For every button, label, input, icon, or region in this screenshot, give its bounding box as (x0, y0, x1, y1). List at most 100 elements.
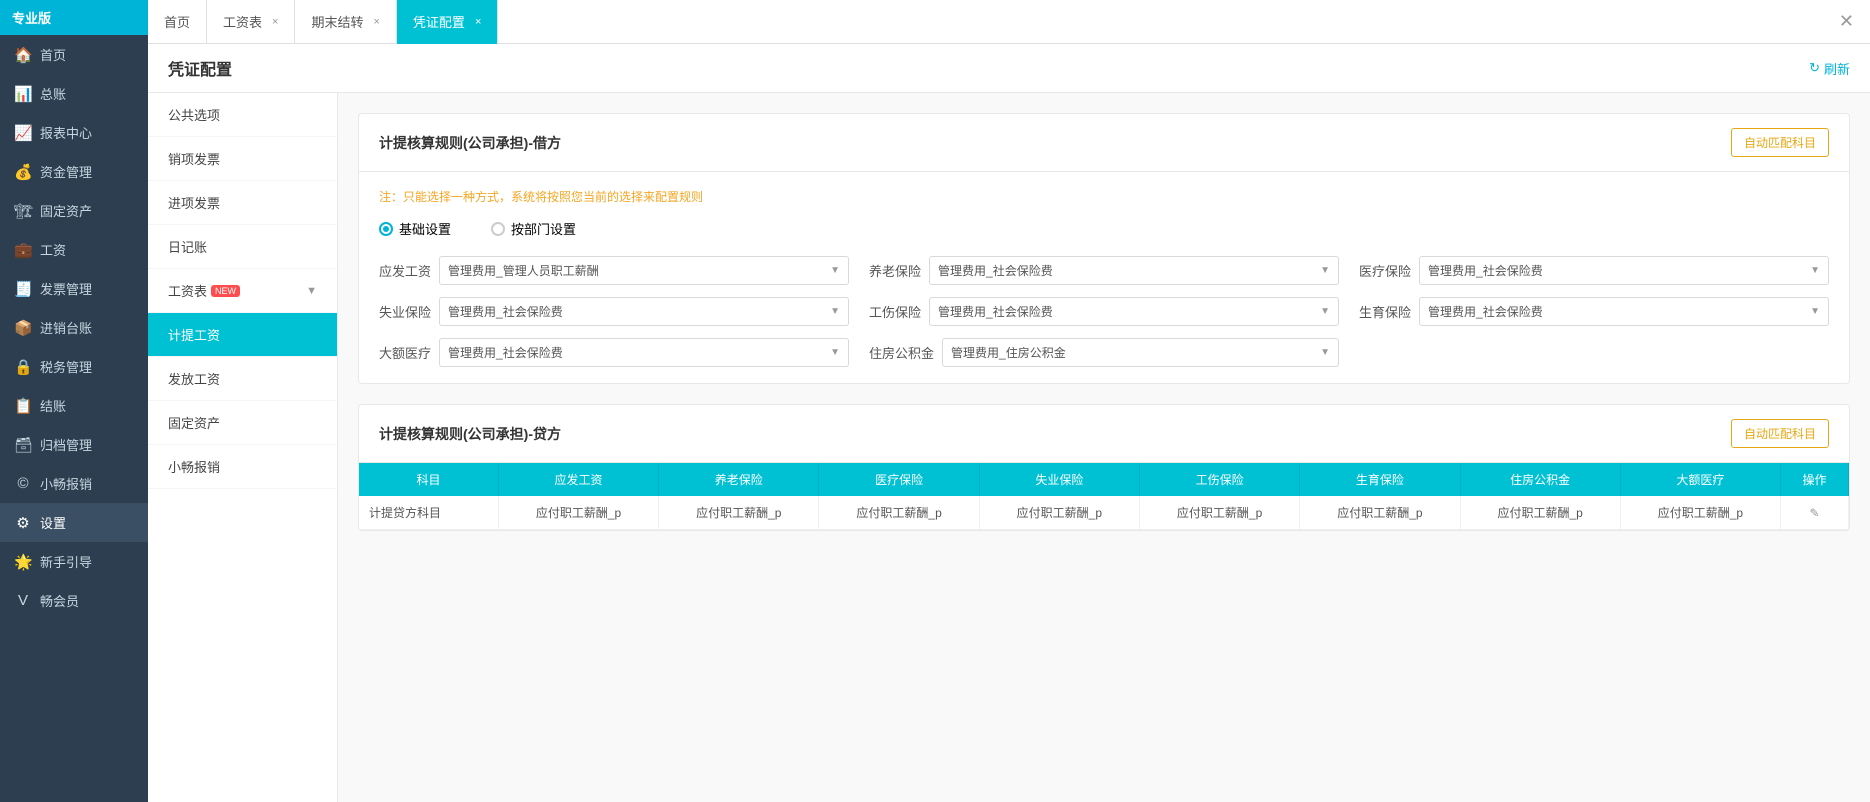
section-debit-title: 计提核算规则(公司承担)-借方 (379, 133, 561, 153)
assets-icon: 🏗 (14, 202, 32, 220)
menu-item-salary-table[interactable]: 工资表 NEW ▼ (148, 269, 337, 313)
label-medical: 医疗保险 (1359, 261, 1411, 280)
new-badge: NEW (211, 285, 240, 297)
sidebar-item-funds[interactable]: 💰 资金管理 (0, 152, 148, 191)
select-pension-arrow: ▼ (1320, 265, 1330, 276)
cell-subject: 计提贷方科目 (359, 496, 498, 530)
arrow-icon: ▼ (306, 285, 317, 297)
sidebar-item-ledger[interactable]: 📊 总账 (0, 74, 148, 113)
home-icon: 🏠 (14, 46, 32, 64)
cell-injury: 应付职工薪酬_p (1139, 496, 1299, 530)
label-birth: 生育保险 (1359, 302, 1411, 321)
inventory-icon: 📦 (14, 319, 32, 337)
menu-item-purchase-invoice[interactable]: 进项发票 (148, 181, 337, 225)
auto-match-credit-button[interactable]: 自动匹配科目 (1731, 419, 1829, 448)
auto-match-debit-button[interactable]: 自动匹配科目 (1731, 128, 1829, 157)
select-unemployment-arrow: ▼ (830, 306, 840, 317)
page-title: 凭证配置 (168, 56, 232, 80)
col-birth: 生育保险 (1300, 463, 1460, 496)
select-housing[interactable]: 管理费用_住房公积金 ▼ (942, 338, 1339, 367)
menu-item-journal[interactable]: 日记账 (148, 225, 337, 269)
tab-period-end[interactable]: 期末结转 × (295, 0, 396, 44)
refresh-icon: ↻ (1809, 60, 1820, 76)
settlement-icon: 📋 (14, 397, 32, 415)
member-icon: V (14, 592, 32, 609)
radio-dept-circle (491, 222, 505, 236)
section-credit-body: 科目 应发工资 养老保险 医疗保险 失业保险 工伤保险 生育保险 住房公积金 大… (359, 463, 1849, 530)
sidebar-item-inventory[interactable]: 📦 进销台账 (0, 308, 148, 347)
form-row-unemployment: 失业保险 管理费用_社会保险费 ▼ (379, 297, 849, 326)
radio-basic[interactable]: 基础设置 (379, 219, 451, 238)
credit-table: 科目 应发工资 养老保险 医疗保险 失业保险 工伤保险 生育保险 住房公积金 大… (359, 463, 1849, 530)
col-salary: 应发工资 (498, 463, 658, 496)
sidebar-item-member[interactable]: V 畅会员 (0, 581, 148, 620)
edit-icon[interactable]: ✎ (1809, 506, 1819, 520)
menu-item-public[interactable]: 公共选项 (148, 93, 337, 137)
select-pension[interactable]: 管理费用_社会保险费 ▼ (929, 256, 1339, 285)
tab-salary-close[interactable]: × (272, 16, 278, 28)
sidebar-item-settlement[interactable]: 📋 结账 (0, 386, 148, 425)
cell-major-medical: 应付职工薪酬_p (1620, 496, 1780, 530)
section-debit: 计提核算规则(公司承担)-借方 自动匹配科目 注：只能选择一种方式，系统将按照您… (358, 113, 1850, 384)
menu-item-fixed-assets[interactable]: 固定资产 (148, 401, 337, 445)
select-unemployment[interactable]: 管理费用_社会保险费 ▼ (439, 297, 849, 326)
tab-home[interactable]: 首页 (148, 0, 207, 44)
form-row-birth: 生育保险 管理费用_社会保险费 ▼ (1359, 297, 1829, 326)
refresh-button[interactable]: ↻ 刷新 (1809, 59, 1850, 78)
label-pension: 养老保险 (869, 261, 921, 280)
col-medical: 医疗保险 (819, 463, 979, 496)
sidebar-item-guide[interactable]: 🌟 新手引导 (0, 542, 148, 581)
sidebar-item-archive[interactable]: 🗃 归档管理 (0, 425, 148, 464)
sidebar-item-settings[interactable]: ⚙ 设置 (0, 503, 148, 542)
left-menu: 公共选项 销项发票 进项发票 日记账 工资表 NEW ▼ 计提工资 发放工资 (148, 93, 338, 802)
tab-voucher-config-close[interactable]: × (475, 16, 481, 28)
guide-icon: 🌟 (14, 553, 32, 571)
app-name: 专业版 (0, 0, 148, 35)
sidebar-item-salary[interactable]: 💼 工资 (0, 230, 148, 269)
label-unemployment: 失业保险 (379, 302, 431, 321)
menu-item-pay-salary[interactable]: 发放工资 (148, 357, 337, 401)
sidebar-item-tax[interactable]: 🔒 税务管理 (0, 347, 148, 386)
form-row-medical: 医疗保险 管理费用_社会保险费 ▼ (1359, 256, 1829, 285)
right-content: 计提核算规则(公司承担)-借方 自动匹配科目 注：只能选择一种方式，系统将按照您… (338, 93, 1870, 802)
tab-period-end-close[interactable]: × (373, 16, 379, 28)
section-credit: 计提核算规则(公司承担)-贷方 自动匹配科目 科目 应发工资 养老保险 医疗保险… (358, 404, 1850, 531)
select-salary[interactable]: 管理费用_管理人员职工薪酬 ▼ (439, 256, 849, 285)
sidebar-item-xiaochang[interactable]: © 小畅报销 (0, 464, 148, 503)
table-header-row: 科目 应发工资 养老保险 医疗保险 失业保险 工伤保险 生育保险 住房公积金 大… (359, 463, 1849, 496)
select-medical[interactable]: 管理费用_社会保险费 ▼ (1419, 256, 1829, 285)
salary-icon: 💼 (14, 241, 32, 259)
sidebar-item-assets[interactable]: 🏗 固定资产 (0, 191, 148, 230)
select-major-medical[interactable]: 管理费用_社会保险费 ▼ (439, 338, 849, 367)
warning-text: 注：只能选择一种方式，系统将按照您当前的选择来配置规则 (379, 188, 1829, 205)
radio-basic-circle (379, 222, 393, 236)
select-birth-arrow: ▼ (1810, 306, 1820, 317)
radio-dept[interactable]: 按部门设置 (491, 219, 576, 238)
window-close-btn[interactable]: ✕ (1823, 11, 1870, 32)
sidebar-item-reports[interactable]: 📈 报表中心 (0, 113, 148, 152)
menu-item-xiaochang-expense[interactable]: 小畅报销 (148, 445, 337, 489)
section-debit-header: 计提核算规则(公司承担)-借方 自动匹配科目 (359, 114, 1849, 172)
radio-group: 基础设置 按部门设置 (379, 219, 1829, 238)
sidebar-item-invoice[interactable]: 🧾 发票管理 (0, 269, 148, 308)
section-debit-body: 注：只能选择一种方式，系统将按照您当前的选择来配置规则 基础设置 按部门设置 (359, 172, 1849, 383)
col-injury: 工伤保险 (1139, 463, 1299, 496)
menu-item-accrued-salary[interactable]: 计提工资 (148, 313, 337, 357)
section-credit-title: 计提核算规则(公司承担)-贷方 (379, 424, 561, 444)
invoice-icon: 🧾 (14, 280, 32, 298)
select-injury[interactable]: 管理费用_社会保险费 ▼ (929, 297, 1339, 326)
col-pension: 养老保险 (659, 463, 819, 496)
sidebar-item-home[interactable]: 🏠 首页 (0, 35, 148, 74)
select-medical-arrow: ▼ (1810, 265, 1820, 276)
tab-voucher-config[interactable]: 凭证配置 × (397, 0, 498, 44)
col-housing: 住房公积金 (1460, 463, 1620, 496)
reports-icon: 📈 (14, 124, 32, 142)
tab-salary-table[interactable]: 工资表 × (207, 0, 295, 44)
archive-icon: 🗃 (14, 436, 32, 454)
menu-item-sale-invoice[interactable]: 销项发票 (148, 137, 337, 181)
cell-action[interactable]: ✎ (1781, 496, 1849, 530)
cell-pension: 应付职工薪酬_p (659, 496, 819, 530)
section-credit-header: 计提核算规则(公司承担)-贷方 自动匹配科目 (359, 405, 1849, 463)
table-row: 计提贷方科目 应付职工薪酬_p 应付职工薪酬_p 应付职工薪酬_p 应付职工薪酬… (359, 496, 1849, 530)
select-birth[interactable]: 管理费用_社会保险费 ▼ (1419, 297, 1829, 326)
